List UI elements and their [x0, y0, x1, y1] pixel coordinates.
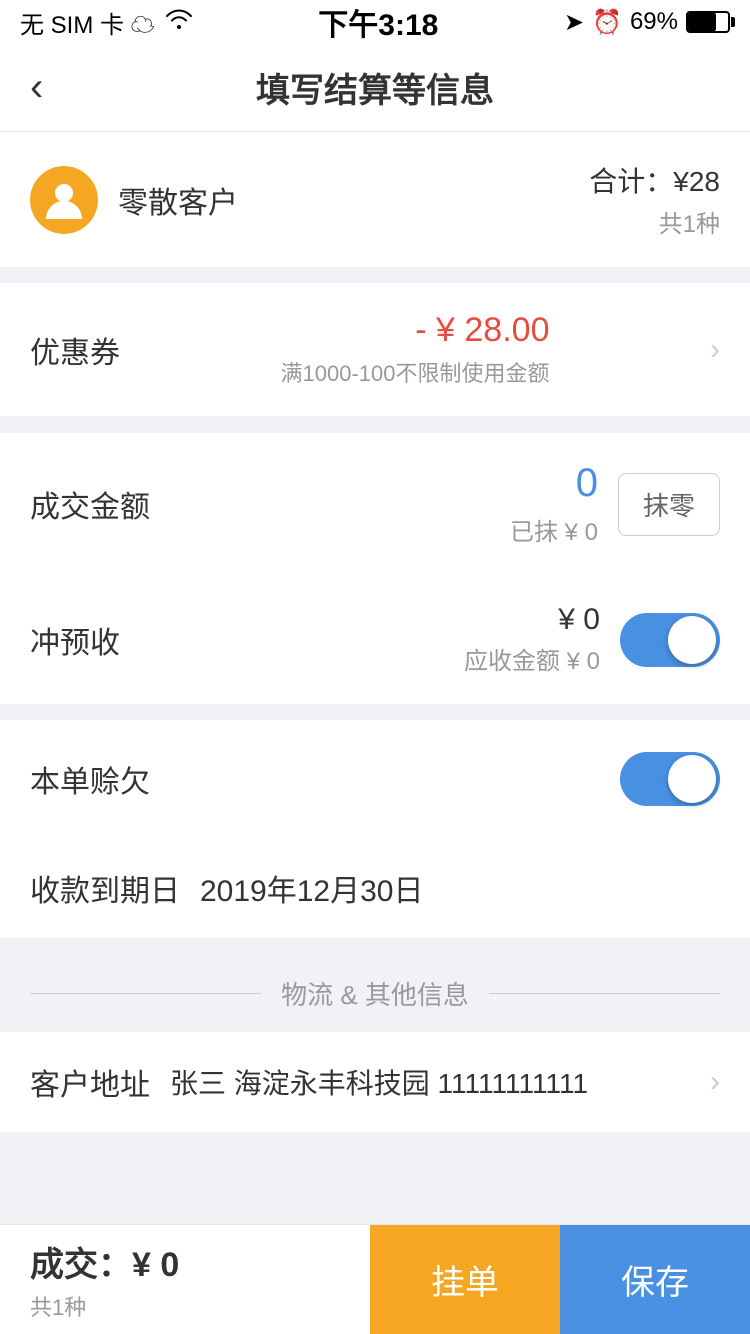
credit-label: 本单赊欠	[30, 757, 150, 801]
coupon-row[interactable]: 优惠券 - ¥ 28.00 满1000-100不限制使用金额 ›	[0, 283, 750, 417]
customer-right: 合计：¥28 共1种	[589, 160, 720, 239]
customer-section: 零散客户 合计：¥28 共1种	[0, 132, 750, 267]
bottom-info: 成交：¥ 0 共1种	[0, 1237, 370, 1322]
deal-input-area: 0 已抹 ¥ 0	[510, 461, 598, 547]
page-title: 填写结算等信息	[256, 63, 494, 112]
divider-5	[0, 1132, 750, 1148]
alarm-icon: ⏰	[592, 8, 622, 37]
wifi-icon	[165, 8, 193, 37]
divider-4	[0, 939, 750, 955]
prepay-sub: 应收金额 ¥ 0	[464, 641, 600, 676]
address-label: 客户地址	[30, 1060, 150, 1104]
person-icon	[43, 179, 85, 221]
status-time: 下午3:18	[318, 0, 438, 44]
deal-amount-sub: 已抹 ¥ 0	[510, 512, 598, 547]
nav-bar: ‹ 填写结算等信息	[0, 44, 750, 132]
prepay-value: ¥ 0	[464, 603, 600, 637]
coupon-chevron-icon: ›	[710, 333, 720, 367]
divider-1	[0, 267, 750, 283]
customer-row: 零散客户 合计：¥28 共1种	[30, 160, 720, 239]
customer-total: 合计：¥28	[589, 160, 720, 200]
prepay-row: 冲预收 ¥ 0 应收金额 ¥ 0	[0, 575, 750, 704]
customer-count: 共1种	[589, 204, 720, 239]
address-chevron-icon: ›	[710, 1065, 720, 1099]
prepay-amount-area: ¥ 0 应收金额 ¥ 0	[464, 603, 600, 676]
divider-3	[0, 704, 750, 720]
bottom-deal-value: ¥ 0	[132, 1246, 179, 1284]
coupon-desc: 满1000-100不限制使用金额	[281, 356, 550, 388]
address-row[interactable]: 客户地址 张三 海淀永丰科技园 11111111111 ›	[0, 1032, 750, 1132]
logistics-header-text: 物流 & 其他信息	[281, 975, 469, 1012]
logistics-header: 物流 & 其他信息	[0, 955, 750, 1032]
hang-order-button[interactable]: 挂单	[370, 1225, 560, 1334]
customer-avatar	[30, 166, 98, 234]
credit-row: 本单赊欠	[0, 720, 750, 838]
no-sim-label: 无 SIM 卡 ☁	[20, 5, 155, 40]
bottom-count: 共1种	[30, 1290, 340, 1322]
customer-name: 零散客户	[118, 178, 238, 222]
prepay-label: 冲预收	[30, 618, 120, 662]
prepay-right: ¥ 0 应收金额 ¥ 0	[464, 603, 720, 676]
due-date-row: 收款到期日 2019年12月30日	[0, 838, 750, 939]
divider-2	[0, 417, 750, 433]
address-value: 张三 海淀永丰科技园 11111111111	[170, 1062, 710, 1102]
bottom-bar: 成交：¥ 0 共1种 挂单 保存	[0, 1224, 750, 1334]
header-line-right	[489, 993, 720, 994]
deal-amount-row: 成交金额 0 已抹 ¥ 0 抹零	[0, 433, 750, 575]
deal-amount-value[interactable]: 0	[510, 461, 598, 506]
save-button[interactable]: 保存	[560, 1225, 750, 1334]
deal-amount-label: 成交金额	[30, 482, 150, 526]
coupon-discount: - ¥ 28.00	[281, 311, 550, 350]
status-bar: 无 SIM 卡 ☁ 下午3:18 ➤ ⏰ 69%	[0, 0, 750, 44]
battery-icon	[686, 11, 730, 33]
content: 零散客户 合计：¥28 共1种 优惠券 - ¥ 28.00 满1000-100不…	[0, 132, 750, 1308]
deal-amount-right: 0 已抹 ¥ 0 抹零	[510, 461, 720, 547]
credit-toggle[interactable]	[620, 752, 720, 806]
round-button[interactable]: 抹零	[618, 473, 720, 536]
back-button[interactable]: ‹	[30, 65, 43, 110]
coupon-right: - ¥ 28.00 满1000-100不限制使用金额	[281, 311, 550, 388]
bottom-deal-info: 成交：¥ 0	[30, 1237, 340, 1286]
bottom-deal-label: 成交：	[30, 1246, 132, 1284]
status-bar-right: ➤ ⏰ 69%	[564, 8, 730, 37]
credit-toggle-knob	[668, 755, 716, 803]
location-icon: ➤	[564, 8, 584, 37]
status-bar-left: 无 SIM 卡 ☁	[20, 5, 193, 40]
battery-label: 69%	[630, 8, 678, 36]
header-line-left	[30, 993, 261, 994]
customer-left: 零散客户	[30, 166, 238, 234]
prepay-toggle[interactable]	[620, 613, 720, 667]
due-date-label: 收款到期日	[30, 866, 180, 910]
toggle-knob	[668, 616, 716, 664]
due-date-value[interactable]: 2019年12月30日	[200, 866, 423, 910]
coupon-label: 优惠券	[30, 328, 120, 372]
